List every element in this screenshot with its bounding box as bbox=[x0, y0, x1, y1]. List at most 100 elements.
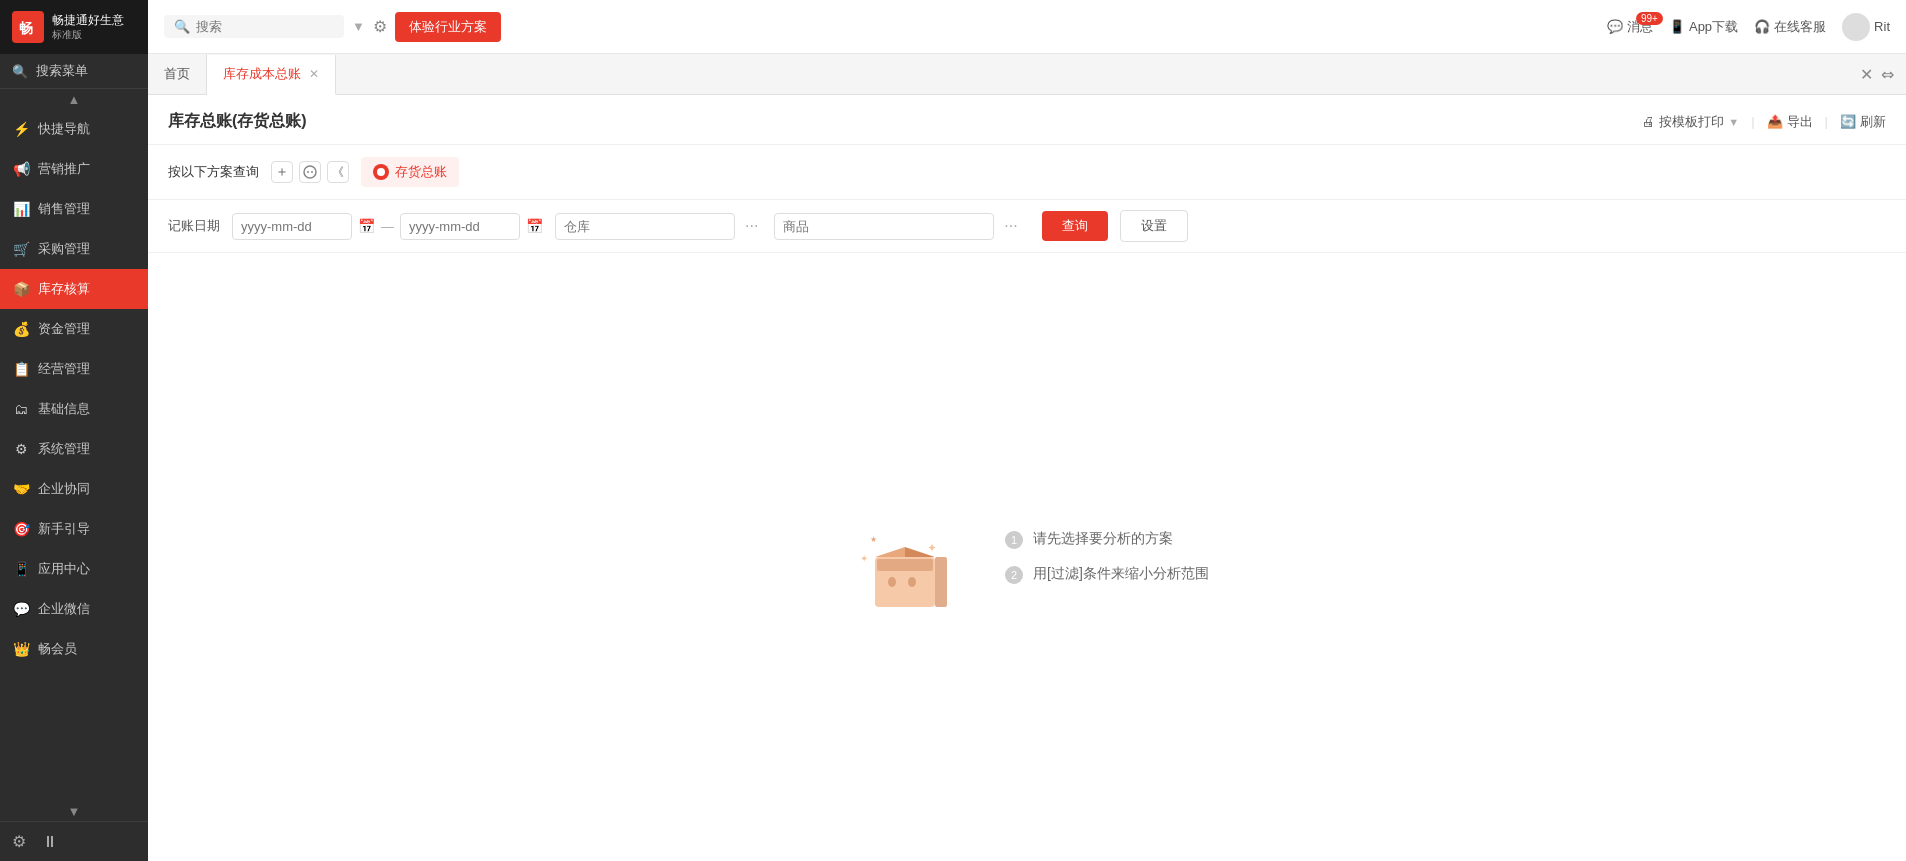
scroll-down-btn[interactable]: ▼ bbox=[0, 801, 148, 821]
step-num-2: 2 bbox=[1005, 566, 1023, 584]
warehouse-more-btn[interactable]: ··· bbox=[741, 217, 762, 235]
setting-btn[interactable]: 设置 bbox=[1120, 210, 1188, 242]
sidebar-item-finance[interactable]: 💰 资金管理 bbox=[0, 309, 148, 349]
basic-label: 基础信息 bbox=[38, 400, 90, 418]
footer-toggle-icon[interactable]: ⏸ bbox=[42, 833, 58, 851]
warehouse-input[interactable] bbox=[555, 213, 735, 240]
tab-inventory-ledger[interactable]: 库存成本总账 ✕ bbox=[207, 55, 336, 95]
svg-text:畅: 畅 bbox=[19, 20, 33, 36]
filter-label: 按以下方案查询 bbox=[168, 163, 259, 181]
user-name: Rit bbox=[1874, 19, 1890, 34]
sales-label: 销售管理 bbox=[38, 200, 90, 218]
empty-text: 1 请先选择要分析的方案 2 用[过滤]条件来缩小分析范围 bbox=[1005, 530, 1209, 584]
goods-more-btn[interactable]: ··· bbox=[1000, 217, 1021, 235]
enterprise-label: 企业协同 bbox=[38, 480, 90, 498]
sidebar-search[interactable]: 🔍 搜索菜单 bbox=[0, 54, 148, 89]
goods-filter: ··· bbox=[774, 213, 1021, 240]
filter-bar: 按以下方案查询 ＋ 《 存货总账 bbox=[148, 145, 1906, 200]
topbar-search-input[interactable] bbox=[196, 19, 316, 34]
refresh-icon: 🔄 bbox=[1840, 114, 1856, 129]
appcenter-icon: 📱 bbox=[12, 560, 30, 578]
goods-input[interactable] bbox=[774, 213, 994, 240]
filter-collapse-btn[interactable]: 《 bbox=[327, 161, 349, 183]
member-label: 畅会员 bbox=[38, 640, 77, 658]
headset-icon: 🎧 bbox=[1754, 19, 1770, 34]
purchase-icon: 🛒 bbox=[12, 240, 30, 258]
tab-home[interactable]: 首页 bbox=[148, 54, 207, 94]
svg-rect-8 bbox=[877, 559, 933, 571]
sidebar-item-member[interactable]: 👑 畅会员 bbox=[0, 629, 148, 669]
calendar-end-icon[interactable]: 📅 bbox=[526, 218, 543, 234]
sidebar-item-purchase[interactable]: 🛒 采购管理 bbox=[0, 229, 148, 269]
member-icon: 👑 bbox=[12, 640, 30, 658]
finance-icon: 💰 bbox=[12, 320, 30, 338]
sidebar-item-guide[interactable]: 🎯 新手引导 bbox=[0, 509, 148, 549]
search-icon: 🔍 bbox=[12, 64, 28, 79]
export-label: 导出 bbox=[1787, 113, 1813, 131]
date-start-input[interactable] bbox=[232, 213, 352, 240]
date-filter-row: 记账日期 📅 — 📅 ··· ··· 查询 设置 bbox=[148, 200, 1906, 253]
empty-step-1: 1 请先选择要分析的方案 bbox=[1005, 530, 1209, 549]
tab-home-label: 首页 bbox=[164, 65, 190, 83]
empty-illustration: ✦ ✦ ★ bbox=[845, 497, 965, 617]
close-panel-btn[interactable]: ✕ bbox=[1856, 65, 1877, 84]
svg-point-9 bbox=[888, 577, 896, 587]
step-num-1: 1 bbox=[1005, 531, 1023, 549]
tab-close-btn[interactable]: ✕ bbox=[309, 67, 319, 81]
topbar-app[interactable]: 📱 App下载 bbox=[1669, 18, 1738, 36]
print-dropdown-icon[interactable]: ▼ bbox=[1728, 116, 1739, 128]
sidebar-item-basic[interactable]: 🗂 基础信息 bbox=[0, 389, 148, 429]
sidebar-item-sales[interactable]: 📊 销售管理 bbox=[0, 189, 148, 229]
quick-nav-label: 快捷导航 bbox=[38, 120, 90, 138]
export-btn[interactable]: 📤 导出 bbox=[1767, 113, 1813, 131]
scheme-item-inventory[interactable]: 存货总账 bbox=[361, 157, 459, 187]
sidebar-footer: ⚙ ⏸ bbox=[0, 821, 148, 861]
scheme-dot-inner bbox=[377, 168, 385, 176]
enterprise-icon: 🤝 bbox=[12, 480, 30, 498]
sidebar-item-operation[interactable]: 📋 经营管理 bbox=[0, 349, 148, 389]
filter-add-btn[interactable]: ＋ bbox=[271, 161, 293, 183]
topbar-dropdown-icon[interactable]: ▼ bbox=[352, 19, 365, 34]
svg-point-1 bbox=[304, 166, 316, 178]
svg-text:✦: ✦ bbox=[927, 541, 937, 555]
date-end-input[interactable] bbox=[400, 213, 520, 240]
topbar-right: 💬 消息 99+ 📱 App下载 🎧 在线客服 Rit bbox=[1607, 13, 1890, 41]
svg-rect-7 bbox=[935, 557, 947, 607]
msg-icon: 💬 bbox=[1607, 19, 1623, 34]
scroll-up-btn[interactable]: ▲ bbox=[0, 89, 148, 109]
sidebar-item-quick-nav[interactable]: ⚡ 快捷导航 bbox=[0, 109, 148, 149]
app-name: 畅捷通好生意 bbox=[52, 12, 124, 29]
topbar-user[interactable]: Rit bbox=[1842, 13, 1890, 41]
topbar-left: 🔍 ▼ ⚙ 体验行业方案 bbox=[164, 12, 1595, 42]
industry-btn[interactable]: 体验行业方案 bbox=[395, 12, 501, 42]
footer-settings-icon[interactable]: ⚙ bbox=[12, 832, 26, 851]
topbar-online[interactable]: 🎧 在线客服 bbox=[1754, 18, 1826, 36]
operation-label: 经营管理 bbox=[38, 360, 90, 378]
sidebar-item-appcenter[interactable]: 📱 应用中心 bbox=[0, 549, 148, 589]
topbar-msg[interactable]: 💬 消息 99+ bbox=[1607, 18, 1653, 36]
topbar-gear-icon[interactable]: ⚙ bbox=[373, 17, 387, 36]
basic-icon: 🗂 bbox=[12, 400, 30, 418]
print-label: 按模板打印 bbox=[1659, 113, 1724, 131]
print-btn[interactable]: 🖨 按模板打印 ▼ bbox=[1642, 113, 1739, 131]
sales-icon: 📊 bbox=[12, 200, 30, 218]
quick-nav-icon: ⚡ bbox=[12, 120, 30, 138]
refresh-btn[interactable]: 🔄 刷新 bbox=[1840, 113, 1886, 131]
search-btn[interactable]: 查询 bbox=[1042, 211, 1108, 241]
system-icon: ⚙ bbox=[12, 440, 30, 458]
filter-actions: ＋ 《 bbox=[271, 161, 349, 183]
expand-btn[interactable]: ⇔ bbox=[1877, 65, 1898, 84]
sidebar-item-marketing[interactable]: 📢 营销推广 bbox=[0, 149, 148, 189]
sidebar-item-enterprise[interactable]: 🤝 企业协同 bbox=[0, 469, 148, 509]
sidebar-item-wechat[interactable]: 💬 企业微信 bbox=[0, 589, 148, 629]
export-icon: 📤 bbox=[1767, 114, 1783, 129]
date-label: 记账日期 bbox=[168, 217, 220, 235]
sidebar-item-system[interactable]: ⚙ 系统管理 bbox=[0, 429, 148, 469]
scheme-dot bbox=[373, 164, 389, 180]
empty-step1-text: 请先选择要分析的方案 bbox=[1033, 530, 1173, 548]
sidebar-item-inventory[interactable]: 📦 库存核算 bbox=[0, 269, 148, 309]
calendar-start-icon[interactable]: 📅 bbox=[358, 218, 375, 234]
marketing-label: 营销推广 bbox=[38, 160, 90, 178]
finance-label: 资金管理 bbox=[38, 320, 90, 338]
filter-tag-btn[interactable] bbox=[299, 161, 321, 183]
